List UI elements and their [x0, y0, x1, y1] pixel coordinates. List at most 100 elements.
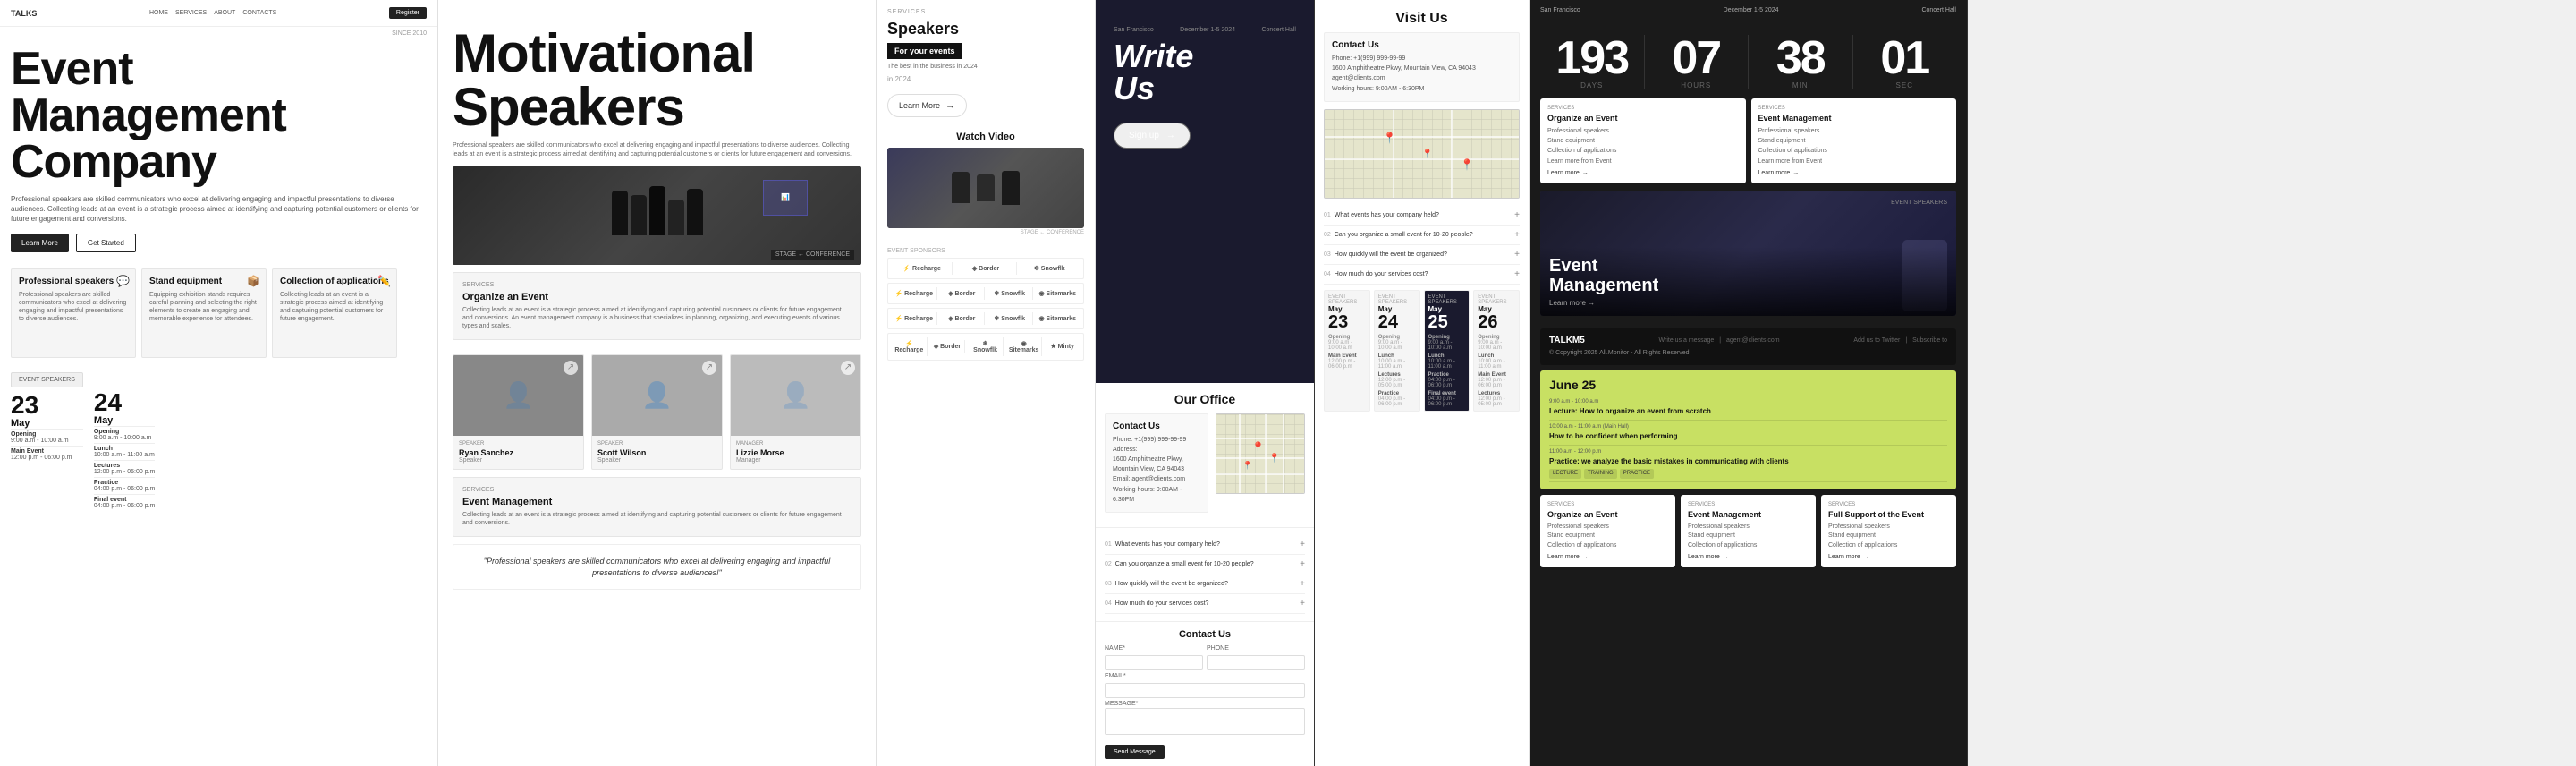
visit-faq-num-2: 02	[1324, 232, 1331, 238]
em-title-2: Event Management	[1758, 114, 1950, 123]
contact-us-title: Contact Us	[1105, 629, 1305, 640]
bc-em-link[interactable]: Learn more →	[1688, 554, 1809, 560]
nav-services[interactable]: SERVICES	[175, 10, 207, 16]
date-month: May	[11, 418, 30, 429]
sponsor-border-2: ◈ Border	[940, 287, 986, 300]
faq-num-4: 04	[1105, 600, 1112, 607]
write-date: December 1-5 2024	[1180, 27, 1235, 33]
sponsor-recharge-1: ⚡ Recharge	[892, 262, 953, 275]
image-label: STAGE ← CONFERENCE	[771, 250, 854, 260]
em-arrow-icon: →	[1792, 170, 1799, 176]
cal-label-25: EVENT SPEAKERS	[1428, 294, 1466, 305]
em-dark-image-card: EVENT SPEAKERS EventManagement Learn mor…	[1540, 191, 1956, 316]
sponsors-row-3: ⚡ Recharge ◈ Border ❄ Snowflk ◉ Sitemark…	[887, 308, 1084, 329]
ryan-link-icon[interactable]: ↗	[564, 361, 578, 375]
get-started-button[interactable]: Get Started	[76, 234, 136, 252]
date-number-23: 23	[11, 391, 38, 419]
faq-item-4[interactable]: 04 How much do your services cost? +	[1105, 594, 1305, 614]
nav-bar: TALKS HOME SERVICES ABOUT CONTACTS Regis…	[0, 0, 437, 27]
visit-faq-4[interactable]: 04 How much do your services cost? +	[1324, 265, 1520, 285]
nav-about[interactable]: ABOUT	[214, 10, 235, 16]
sign-up-button[interactable]: Sign up →	[1114, 123, 1191, 149]
nav-home[interactable]: HOME	[149, 10, 168, 16]
seconds-label: SEC	[1853, 81, 1957, 89]
speakers-heading: Speakers	[877, 17, 1095, 42]
june-event-title-2: How to be confident when performing	[1549, 431, 1947, 442]
talkms-email[interactable]: agent@clients.com	[1726, 337, 1780, 344]
nav-contacts[interactable]: CONTACTS	[242, 10, 276, 16]
faq-num-3: 03	[1105, 581, 1112, 587]
talkms-twitter-link[interactable]: Add us to Twitter	[1853, 337, 1900, 344]
talkms-write-link[interactable]: Write us a message	[1659, 337, 1715, 344]
cal-label-26: EVENT SPEAKERS	[1478, 294, 1515, 305]
organize-learn-link[interactable]: Learn more →	[1547, 170, 1739, 176]
em-desc-2: Professional speakers Stand equipment Co…	[1758, 126, 1950, 166]
em-dark-link[interactable]: Learn more →	[1549, 299, 1947, 307]
date-number-24: 24	[94, 388, 122, 416]
bc-em-arrow-icon: →	[1723, 554, 1729, 560]
em-dark-title: EventManagement	[1549, 256, 1947, 295]
email-input[interactable]	[1105, 683, 1305, 698]
equipment-title: Stand equipment	[149, 277, 258, 287]
bc-fs-link[interactable]: Learn more →	[1828, 554, 1949, 560]
phone-input[interactable]	[1207, 655, 1305, 670]
faq-item-2[interactable]: 02 Can you organize a small event for 10…	[1105, 555, 1305, 574]
visit-faq-num-1: 01	[1324, 212, 1331, 218]
faq-item-1[interactable]: 01 What events has your company held? +	[1105, 535, 1305, 555]
visit-hours: Working hours: 9:00AM - 6:30PM	[1332, 84, 1512, 94]
em-dark-overlay: EventManagement Learn more →	[1540, 247, 1956, 316]
bc-organize-link[interactable]: Learn more →	[1547, 554, 1668, 560]
visit-address: 1600 Amphitheatre Pkwy, Mountain View, C…	[1332, 64, 1512, 73]
sign-up-arrow-icon: →	[1166, 131, 1175, 140]
nav-logo: TALKS	[11, 9, 37, 18]
cal-practice-time: 04:00 p.m - 06:00 p.m	[1378, 396, 1416, 407]
bc-organize-desc: Professional speakers Stand equipment Co…	[1547, 523, 1668, 551]
calendar-section: EVENT SPEAKERS May 23 Opening 9:00 a.m -…	[1315, 285, 1529, 766]
message-textarea[interactable]	[1105, 708, 1305, 735]
faq-item-3[interactable]: 03 How quickly will the event be organiz…	[1105, 574, 1305, 594]
sponsor-sitemarks-3: ◉ Sitemarks	[1006, 337, 1042, 356]
june-event-3: 11:00 a.m - 12:00 p.m Practice: we analy…	[1549, 446, 1947, 482]
apps-desc: Collecting leads at an event is a strate…	[280, 291, 389, 323]
calendar-row: EVENT SPEAKERS May 23 Opening 9:00 a.m -…	[1324, 290, 1520, 412]
bc-organize-arrow-icon: →	[1582, 554, 1589, 560]
cal-num-25: 25	[1428, 313, 1466, 331]
em-badge-2: SERVICES	[1758, 106, 1950, 111]
sponsor-snowflk-4: ❄ Snowflk	[968, 337, 1004, 356]
our-office-title: Our Office	[1105, 392, 1305, 406]
bc-fs-desc: Professional speakers Stand equipment Co…	[1828, 523, 1949, 551]
countdown-location: San Francisco	[1540, 7, 1580, 13]
sched-opening-2: Opening 9:00 a.m - 10:00 a.m	[94, 426, 155, 443]
faq-text-4: How much do your services cost?	[1115, 600, 1300, 607]
video-thumbnail[interactable]: ▶	[887, 148, 1084, 228]
scott-link-icon[interactable]: ↗	[702, 361, 716, 375]
talkms-subscribe-link[interactable]: Subscribe to	[1912, 337, 1947, 344]
contact-form-section: Contact Us NAME* PHONE EMAIL* MESSAGE*	[1096, 621, 1314, 766]
cal-lectures-time: 12:00 p.m - 05:00 p.m	[1378, 378, 1416, 388]
em-learn-link[interactable]: Learn more →	[1758, 170, 1950, 176]
visit-faq-text-3: How quickly will the event be organized?	[1335, 251, 1514, 258]
visit-map: 📍 📍 📍	[1324, 109, 1520, 199]
countdown-hours: 07 HOURS	[1645, 35, 1750, 89]
send-message-button[interactable]: Send Message	[1105, 745, 1165, 759]
speakers-title: Professional speakers	[19, 277, 128, 287]
lizzie-link-icon[interactable]: ↗	[841, 361, 855, 375]
cal-opening-time-2: 9:00 a.m - 10:00 a.m	[1378, 340, 1416, 351]
visit-faq-2[interactable]: 02 Can you organize a small event for 10…	[1324, 226, 1520, 245]
scott-info: SPEAKER Scott Wilson Speaker	[592, 436, 722, 469]
email-label: EMAIL*	[1105, 673, 1305, 679]
learn-more-button[interactable]: Learn More	[11, 234, 69, 252]
name-input[interactable]	[1105, 655, 1203, 670]
visit-faq-1[interactable]: 01 What events has your company held? +	[1324, 206, 1520, 226]
learn-more-button[interactable]: Learn More →	[887, 94, 967, 117]
visit-faq-text-1: What events has your company held?	[1335, 212, 1514, 218]
sponsors-row-4: ⚡ Recharge ◈ Border ❄ Snowflk ◉ Sitemark…	[887, 333, 1084, 361]
office-section: Our Office Contact Us Phone: +1(999) 999…	[1096, 383, 1314, 527]
hours-label: HOURS	[1645, 81, 1749, 89]
visit-faq-3[interactable]: 03 How quickly will the event be organiz…	[1324, 245, 1520, 265]
cal-final-time: 04:00 p.m - 06:00 p.m	[1428, 396, 1466, 407]
register-button[interactable]: Register	[389, 7, 427, 19]
cal-opening-time-3: 9:00 a.m - 10:00 a.m	[1428, 340, 1466, 351]
sponsors-row-2: ⚡ Recharge ◈ Border ❄ Snowflk ◉ Sitemark…	[887, 283, 1084, 304]
sponsor-border-1: ◈ Border	[955, 262, 1016, 275]
